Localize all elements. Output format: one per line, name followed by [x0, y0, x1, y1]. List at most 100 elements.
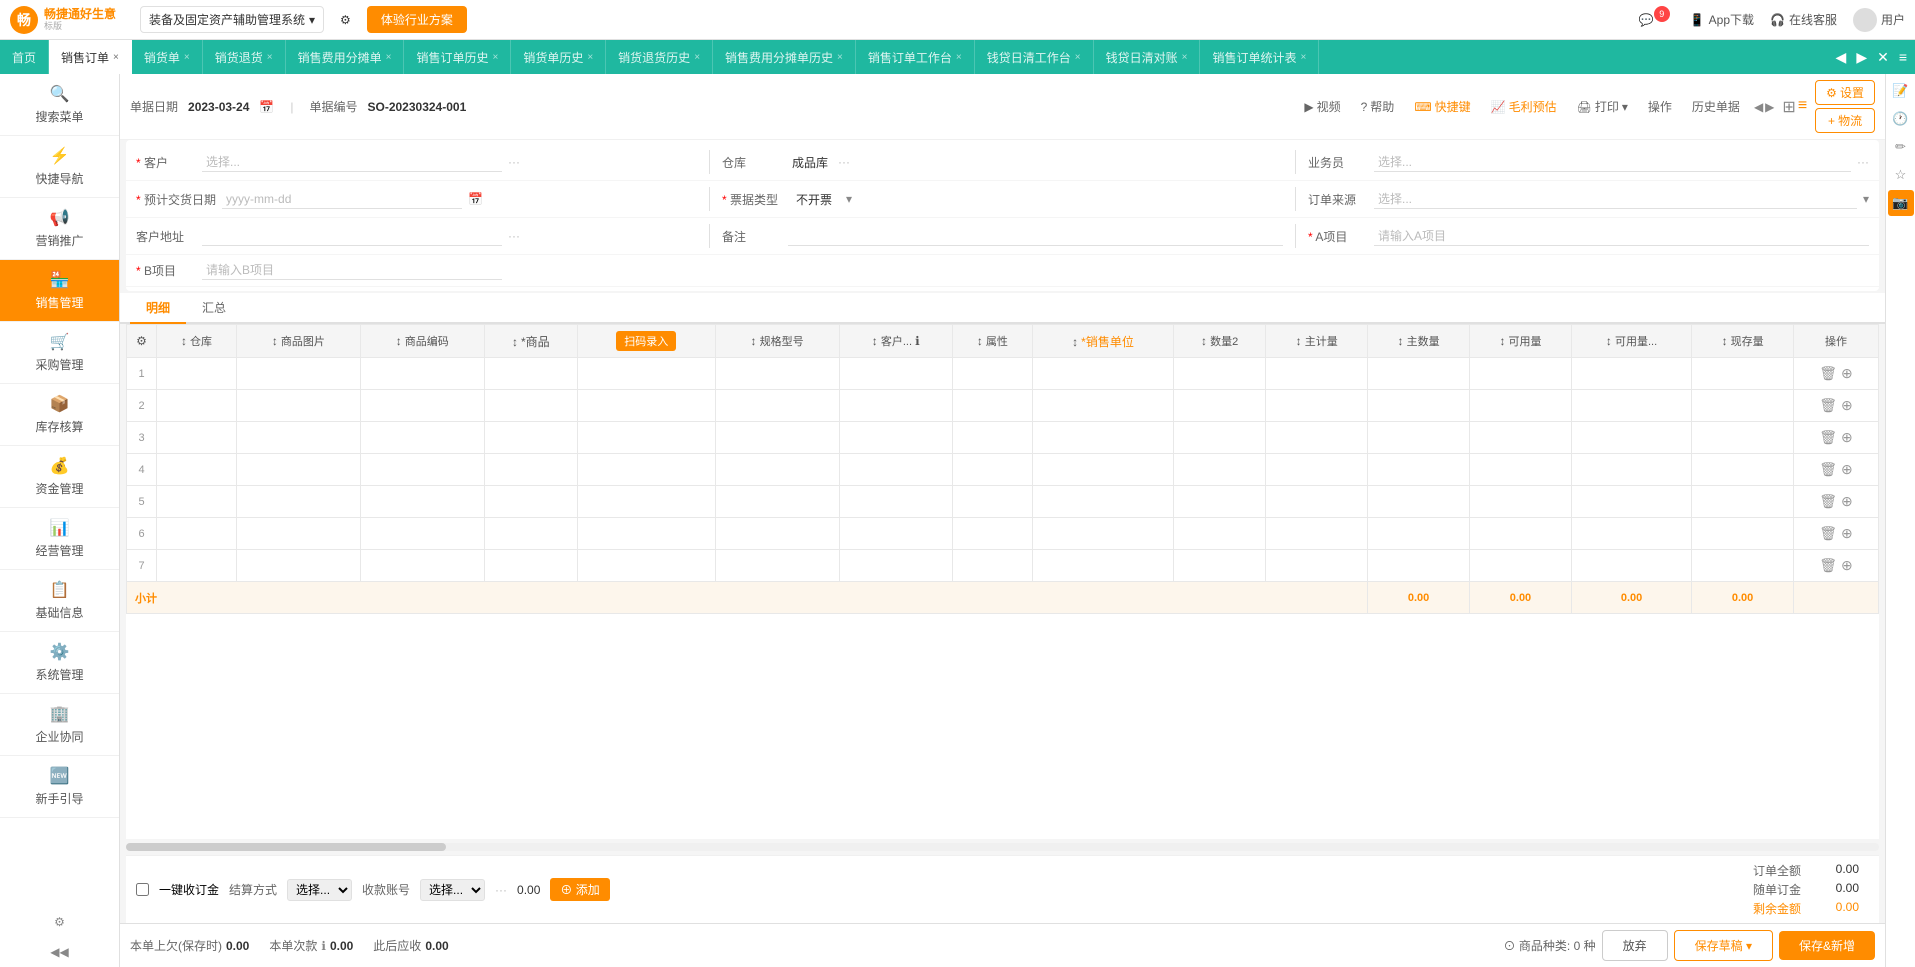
calendar-icon[interactable]: 📅: [259, 100, 274, 114]
collection-account-select[interactable]: 选择...: [420, 879, 485, 901]
tab-next-button[interactable]: ▶: [1852, 49, 1871, 66]
tab-close-all-button[interactable]: ✕: [1873, 49, 1893, 66]
right-sidebar-scan-btn[interactable]: 📷: [1888, 190, 1914, 216]
sidebar-item-sales[interactable]: 🏪 销售管理: [0, 260, 119, 322]
settlement-method-select[interactable]: 选择...: [287, 879, 352, 901]
address-dots[interactable]: ···: [508, 229, 520, 243]
copy-row-btn[interactable]: ⊕: [1841, 525, 1853, 542]
sidebar-item-quick-nav[interactable]: ⚡ 快捷导航: [0, 136, 119, 198]
close-icon[interactable]: ×: [694, 52, 700, 63]
a-project-input[interactable]: [1374, 227, 1869, 246]
close-icon[interactable]: ×: [956, 52, 962, 63]
tab-cash-reconcile[interactable]: 钱贷日清对账 ×: [1094, 40, 1201, 74]
tab-sales-fee-history[interactable]: 销售费用分摊单历史 ×: [713, 40, 856, 74]
staff-input[interactable]: [1374, 153, 1851, 172]
chevron-down-icon4[interactable]: ▾: [1863, 192, 1869, 206]
tab-sales-order[interactable]: 销售订单 ×: [49, 40, 132, 74]
delete-row-btn[interactable]: 🗑: [1819, 397, 1837, 414]
tab-summary[interactable]: 汇总: [186, 293, 242, 324]
copy-row-btn[interactable]: ⊕: [1841, 493, 1853, 510]
copy-row-btn[interactable]: ⊕: [1841, 397, 1853, 414]
discard-button[interactable]: 放弃: [1602, 930, 1668, 961]
right-sidebar-edit-btn[interactable]: ✏: [1888, 134, 1914, 160]
close-icon[interactable]: ×: [1075, 52, 1081, 63]
right-sidebar-remark-btn[interactable]: 📝: [1888, 78, 1914, 104]
add-product-btn[interactable]: + 物流: [1815, 108, 1875, 133]
sidebar-item-marketing[interactable]: 📢 营销推广: [0, 198, 119, 260]
close-icon[interactable]: ×: [1182, 52, 1188, 63]
tab-detail[interactable]: 明细: [130, 293, 186, 324]
horizontal-scrollbar[interactable]: [126, 843, 1879, 851]
system-selector[interactable]: 装备及固定资产辅助管理系统 ▾: [140, 6, 324, 33]
close-icon[interactable]: ×: [113, 52, 119, 63]
staff-dots[interactable]: ···: [1857, 155, 1869, 169]
tab-sales-order-history[interactable]: 销售订单历史 ×: [404, 40, 511, 74]
profit-preview-button[interactable]: 📈 毛利预估: [1485, 96, 1563, 117]
b-project-input[interactable]: [202, 261, 502, 280]
tab-sales-order-workbench[interactable]: 销售订单工作台 ×: [856, 40, 975, 74]
tab-sales-return[interactable]: 销货单 ×: [132, 40, 203, 74]
calendar-icon2[interactable]: 📅: [468, 192, 483, 206]
right-sidebar-star-btn[interactable]: ☆: [1888, 162, 1914, 188]
tab-sales-stats[interactable]: 销售订单统计表 ×: [1200, 40, 1319, 74]
list-icon[interactable]: ≡: [1798, 97, 1807, 117]
sidebar-item-purchase[interactable]: 🛒 采购管理: [0, 322, 119, 384]
tab-sales-refund-history[interactable]: 销货退货历史 ×: [606, 40, 713, 74]
sidebar-item-system[interactable]: ⚙️ 系统管理: [0, 632, 119, 694]
delete-row-btn[interactable]: 🗑: [1819, 557, 1837, 574]
nav-prev-icon[interactable]: ◀: [1754, 100, 1763, 114]
close-icon[interactable]: ×: [492, 52, 498, 63]
save-draft-button[interactable]: 保存草稿 ▾: [1674, 930, 1773, 961]
online-service-item[interactable]: 🎧 在线客服: [1770, 11, 1837, 28]
grid-icon[interactable]: ⊞: [1782, 97, 1795, 117]
tab-home[interactable]: 首页: [0, 40, 49, 74]
copy-row-btn[interactable]: ⊕: [1841, 429, 1853, 446]
tab-cash-workbench[interactable]: 钱贷日清工作台 ×: [975, 40, 1094, 74]
close-icon[interactable]: ×: [184, 52, 190, 63]
view-video-button[interactable]: ▶ 视频: [1298, 96, 1346, 117]
col-settings[interactable]: ⚙: [127, 325, 157, 358]
delete-row-btn[interactable]: 🗑: [1819, 493, 1837, 510]
close-icon[interactable]: ×: [1300, 52, 1306, 63]
help-button[interactable]: ? 帮助: [1355, 96, 1401, 117]
scrollbar-thumb[interactable]: [126, 843, 446, 851]
add-button[interactable]: ⊕ 添加: [550, 878, 609, 901]
sidebar-item-base-info[interactable]: 📋 基础信息: [0, 570, 119, 632]
save-new-button[interactable]: 保存&新增: [1779, 931, 1875, 960]
customer-input[interactable]: [202, 153, 502, 172]
operation-button[interactable]: 操作: [1642, 96, 1678, 117]
tab-sales-return-history[interactable]: 销货单历史 ×: [511, 40, 606, 74]
remark-input[interactable]: [788, 227, 1283, 246]
sidebar-item-operations[interactable]: 📊 经营管理: [0, 508, 119, 570]
close-icon[interactable]: ×: [837, 52, 843, 63]
copy-row-btn[interactable]: ⊕: [1841, 365, 1853, 382]
settings-gear[interactable]: ⚙: [334, 9, 357, 31]
one-click-settlement-checkbox[interactable]: [136, 883, 149, 896]
copy-row-btn[interactable]: ⊕: [1841, 461, 1853, 478]
nav-next-icon[interactable]: ▶: [1765, 100, 1774, 114]
close-icon[interactable]: ×: [587, 52, 593, 63]
order-source-input[interactable]: [1374, 190, 1857, 209]
sidebar-item-finance[interactable]: 💰 资金管理: [0, 446, 119, 508]
warehouse-dots[interactable]: ···: [838, 155, 850, 169]
close-icon[interactable]: ×: [386, 52, 392, 63]
tab-menu-button[interactable]: ≡: [1895, 49, 1911, 65]
settings-btn[interactable]: ⚙ 设置: [1815, 80, 1875, 105]
sidebar-item-inventory[interactable]: 📦 库存核算: [0, 384, 119, 446]
customer-dots[interactable]: ···: [508, 155, 520, 169]
copy-row-btn[interactable]: ⊕: [1841, 557, 1853, 574]
col-scan[interactable]: 扫码录入: [577, 325, 715, 358]
account-dots[interactable]: ···: [495, 883, 507, 897]
shortcut-button[interactable]: ⌨ 快捷键: [1408, 96, 1476, 117]
message-icon-item[interactable]: 💬 9: [1639, 12, 1674, 28]
sidebar-item-guide[interactable]: 🆕 新手引导: [0, 756, 119, 818]
scan-btn[interactable]: 扫码录入: [616, 331, 676, 351]
chevron-down-icon3[interactable]: ▾: [846, 192, 852, 206]
delete-row-btn[interactable]: 🗑: [1819, 365, 1837, 382]
print-button[interactable]: 🖨 打印 ▾: [1571, 96, 1634, 117]
sidebar-item-search[interactable]: 🔍 搜索菜单: [0, 74, 119, 136]
tab-sales-refund[interactable]: 销货退货 ×: [203, 40, 286, 74]
right-sidebar-history-btn[interactable]: 🕐: [1888, 106, 1914, 132]
sidebar-toggle-button[interactable]: ◀◀: [0, 937, 119, 967]
delete-row-btn[interactable]: 🗑: [1819, 429, 1837, 446]
